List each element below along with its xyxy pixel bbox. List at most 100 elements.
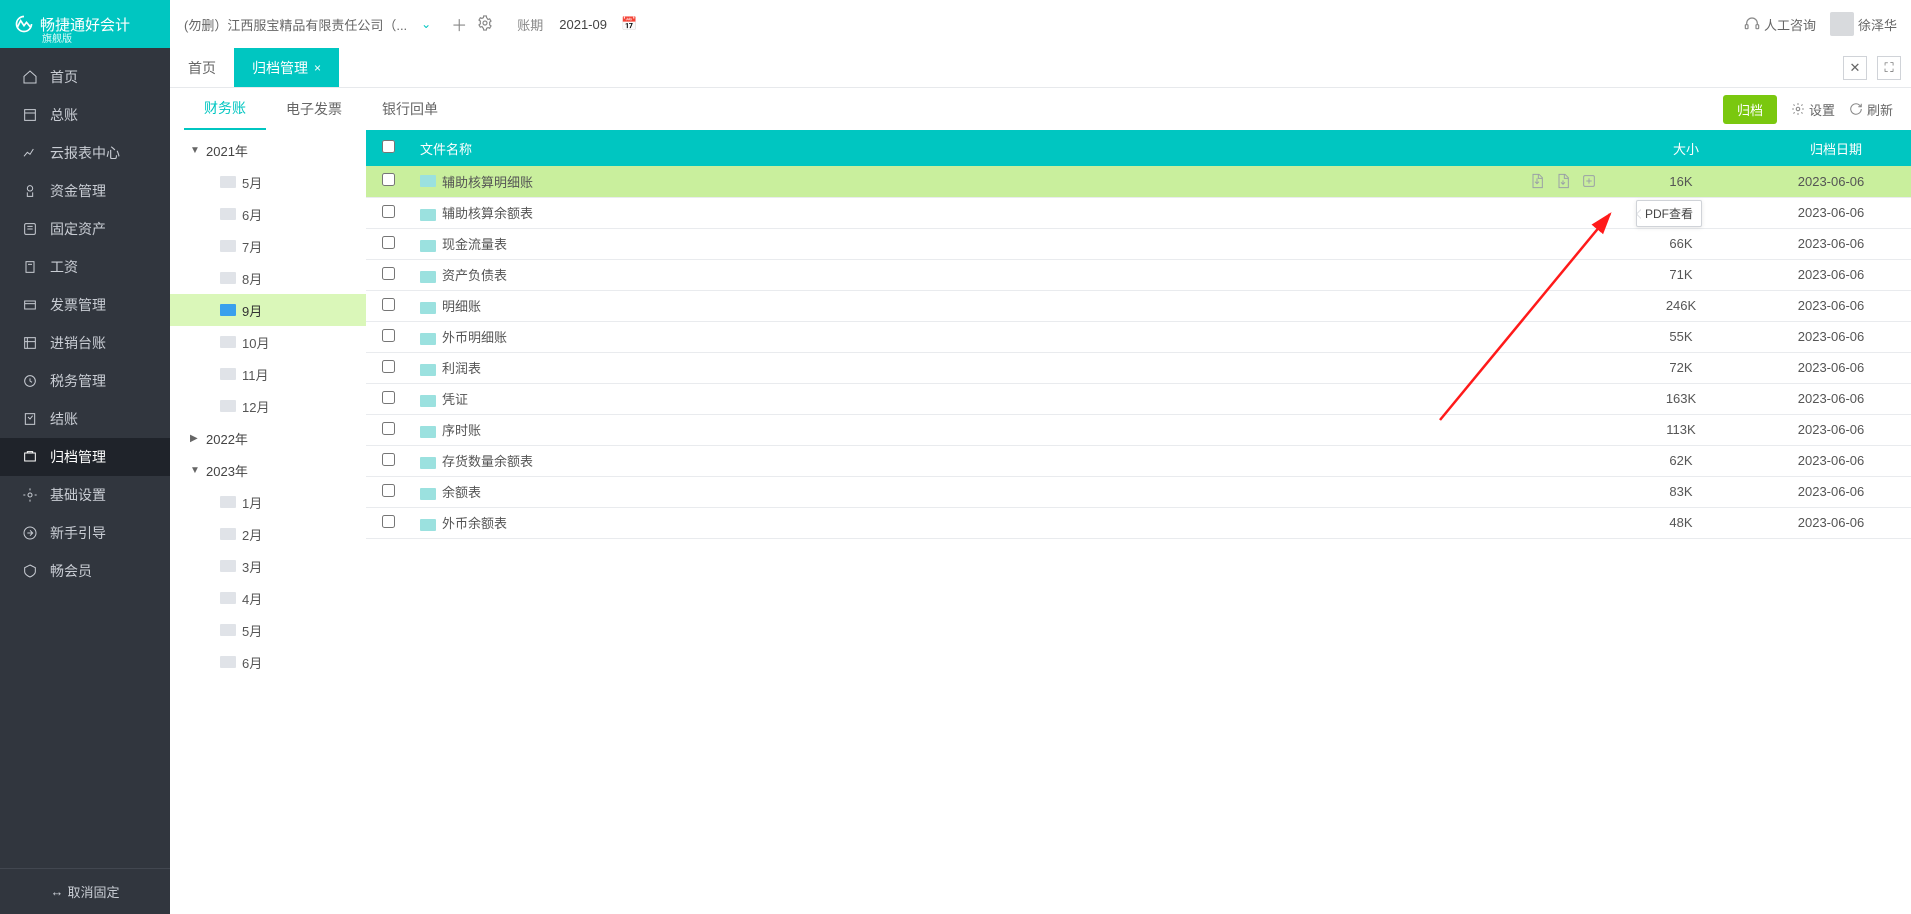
header-checkbox[interactable]: [366, 130, 410, 166]
file-date: 2023-06-06: [1751, 476, 1911, 507]
sidebar-item-13[interactable]: 畅会员: [0, 552, 170, 590]
tree-month[interactable]: 3月: [170, 550, 366, 582]
table-row[interactable]: 余额表83K2023-06-06: [366, 476, 1911, 507]
file-name: 存货数量余额表: [442, 454, 533, 469]
file-name: 凭证: [442, 392, 468, 407]
tree-month[interactable]: 11月: [170, 358, 366, 390]
table-row[interactable]: 资产负债表71K2023-06-06: [366, 259, 1911, 290]
row-checkbox[interactable]: [382, 236, 395, 249]
sidebar-item-4[interactable]: 固定资产: [0, 210, 170, 248]
sidebar-item-7[interactable]: 进销台账: [0, 324, 170, 362]
row-checkbox[interactable]: [382, 298, 395, 311]
row-checkbox[interactable]: [382, 484, 395, 497]
nav-icon: [22, 69, 38, 85]
row-checkbox[interactable]: [382, 391, 395, 404]
month-label: 9月: [242, 301, 262, 320]
calendar-icon[interactable]: 📅: [621, 16, 637, 32]
sidebar-item-1[interactable]: 总账: [0, 96, 170, 134]
month-label: 5月: [242, 621, 262, 640]
tree-month[interactable]: 5月: [170, 614, 366, 646]
avatar-icon: [1830, 12, 1854, 36]
row-checkbox[interactable]: [382, 173, 395, 186]
refresh-action[interactable]: 刷新: [1849, 100, 1893, 119]
tree-year[interactable]: ▼2023年: [170, 454, 366, 486]
sidebar-item-12[interactable]: 新手引导: [0, 514, 170, 552]
section-tab-2[interactable]: 银行回单: [362, 88, 458, 130]
tree-month[interactable]: 10月: [170, 326, 366, 358]
tree-month[interactable]: 5月: [170, 166, 366, 198]
main-area: (勿删）江西服宝精品有限责任公司（... ⌄ ＋ 账期 2021-09 📅 人工…: [170, 0, 1911, 914]
settings-action[interactable]: 设置: [1791, 100, 1835, 119]
sidebar-item-10[interactable]: 归档管理: [0, 438, 170, 476]
company-selector[interactable]: (勿删）江西服宝精品有限责任公司（...: [184, 15, 407, 34]
month-label: 3月: [242, 557, 262, 576]
tree-month[interactable]: 1月: [170, 486, 366, 518]
tree-month[interactable]: 6月: [170, 198, 366, 230]
tree-month[interactable]: 9月: [170, 294, 366, 326]
tree-month[interactable]: 8月: [170, 262, 366, 294]
tree-year[interactable]: ▶2022年: [170, 422, 366, 454]
add-icon[interactable]: ＋: [451, 12, 467, 36]
nav-icon: [22, 183, 38, 199]
row-checkbox[interactable]: [382, 205, 395, 218]
table-row[interactable]: 辅助核算明细账16K2023-06-06: [366, 166, 1911, 197]
table-row[interactable]: 存货数量余额表62K2023-06-06: [366, 445, 1911, 476]
chevron-down-icon[interactable]: ⌄: [421, 17, 431, 31]
table-row[interactable]: 序时账113K2023-06-06: [366, 414, 1911, 445]
page-tab-1[interactable]: 归档管理×: [234, 48, 339, 87]
service-link[interactable]: 人工咨询: [1744, 15, 1816, 34]
file-date: 2023-06-06: [1751, 352, 1911, 383]
sidebar-item-2[interactable]: 云报表中心: [0, 134, 170, 172]
row-checkbox[interactable]: [382, 515, 395, 528]
tree-year[interactable]: ▼2021年: [170, 134, 366, 166]
download-icon[interactable]: [1555, 173, 1571, 189]
tree-month[interactable]: 4月: [170, 582, 366, 614]
export-icon[interactable]: [1529, 173, 1545, 189]
file-size: 62K: [1611, 445, 1751, 476]
table-row[interactable]: 外币明细账55K2023-06-06: [366, 321, 1911, 352]
table-row[interactable]: 利润表72K2023-06-06: [366, 352, 1911, 383]
sidebar-item-6[interactable]: 发票管理: [0, 286, 170, 324]
sidebar-item-0[interactable]: 首页: [0, 58, 170, 96]
sidebar-collapse[interactable]: ↔ 取消固定: [0, 868, 170, 914]
table-row[interactable]: 外币余额表48K2023-06-06: [366, 507, 1911, 538]
row-checkbox[interactable]: [382, 329, 395, 342]
tree-month[interactable]: 2月: [170, 518, 366, 550]
section-tab-1[interactable]: 电子发票: [266, 88, 362, 130]
tab-close-icon[interactable]: ×: [314, 61, 321, 75]
fullscreen-button[interactable]: ⛶: [1877, 56, 1901, 80]
tree-month[interactable]: 7月: [170, 230, 366, 262]
sidebar-item-3[interactable]: 资金管理: [0, 172, 170, 210]
sidebar-item-label: 资金管理: [50, 181, 106, 201]
archive-button[interactable]: 归档: [1723, 95, 1777, 124]
sidebar-item-8[interactable]: 税务管理: [0, 362, 170, 400]
row-checkbox[interactable]: [382, 422, 395, 435]
table-row[interactable]: 现金流量表66K2023-06-06: [366, 228, 1911, 259]
file-size: 113K: [1611, 414, 1751, 445]
section-tab-0[interactable]: 财务账: [184, 88, 266, 130]
sidebar: 畅捷通好会计 旗舰版 首页总账云报表中心资金管理固定资产工资发票管理进销台账税务…: [0, 0, 170, 914]
file-date: 2023-06-06: [1751, 259, 1911, 290]
table-row[interactable]: 辅助核算余额表81K2023-06-06: [366, 197, 1911, 228]
sidebar-item-label: 新手引导: [50, 523, 106, 543]
period-value[interactable]: 2021-09: [559, 17, 607, 32]
page-tab-0[interactable]: 首页: [170, 48, 234, 87]
sidebar-item-5[interactable]: 工资: [0, 248, 170, 286]
row-checkbox[interactable]: [382, 360, 395, 373]
folder-icon: [220, 176, 236, 188]
file-date: 2023-06-06: [1751, 228, 1911, 259]
row-checkbox[interactable]: [382, 453, 395, 466]
sidebar-item-11[interactable]: 基础设置: [0, 476, 170, 514]
file-name: 外币余额表: [442, 516, 507, 531]
tree-month[interactable]: 6月: [170, 646, 366, 678]
pdf-view-icon[interactable]: [1581, 173, 1597, 189]
row-checkbox[interactable]: [382, 267, 395, 280]
user-menu[interactable]: 徐泽华: [1830, 12, 1897, 36]
file-icon: [420, 240, 436, 252]
close-button[interactable]: ✕: [1843, 56, 1867, 80]
table-row[interactable]: 凭证163K2023-06-06: [366, 383, 1911, 414]
gear-icon[interactable]: [477, 15, 493, 34]
tree-month[interactable]: 12月: [170, 390, 366, 422]
sidebar-item-9[interactable]: 结账: [0, 400, 170, 438]
table-row[interactable]: 明细账246K2023-06-06: [366, 290, 1911, 321]
